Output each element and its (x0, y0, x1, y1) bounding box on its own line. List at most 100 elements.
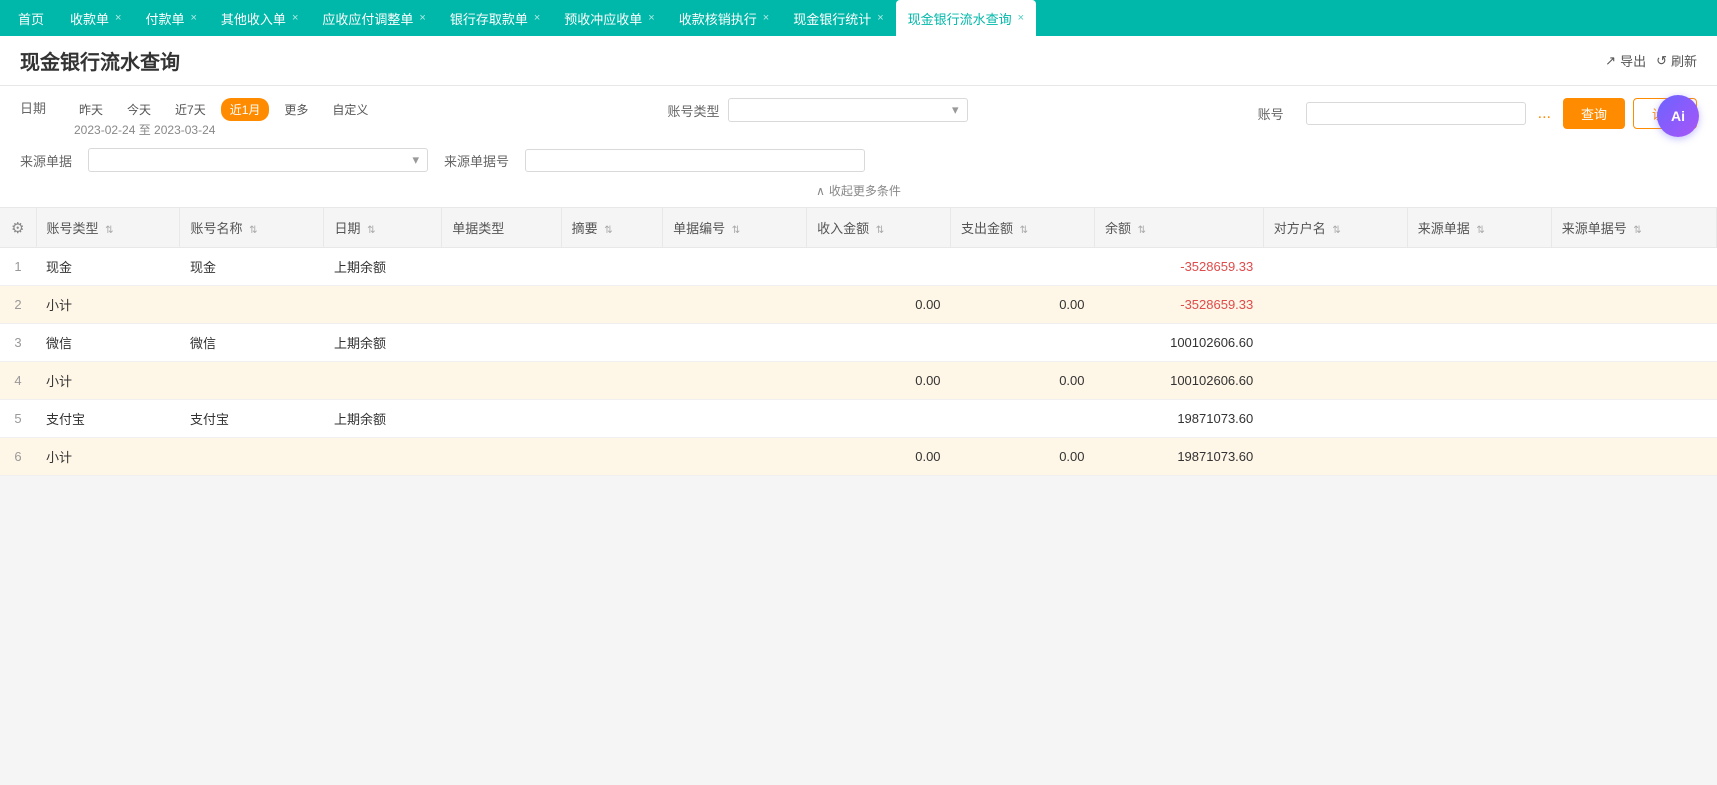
date-btn-today[interactable]: 今天 (118, 98, 160, 121)
cell-doc-type (442, 400, 561, 438)
collapse-filter-button[interactable]: ∧ 收起更多条件 (20, 178, 1697, 207)
close-tab-6[interactable]: × (763, 12, 769, 24)
account-type-select[interactable]: ▾ (728, 98, 968, 122)
date-btn-1month[interactable]: 近1月 (221, 98, 270, 121)
date-btn-yesterday[interactable]: 昨天 (70, 98, 112, 121)
col-expense[interactable]: 支出金额 ⇅ (951, 208, 1095, 248)
cell-date (324, 438, 442, 476)
cell-doc-no (663, 248, 807, 286)
cell-counterpart (1263, 324, 1407, 362)
cell-date: 上期余额 (324, 248, 442, 286)
close-tab-7[interactable]: × (877, 12, 883, 24)
date-btn-7days[interactable]: 近7天 (166, 98, 215, 121)
nav-home[interactable]: 首页 (4, 0, 58, 36)
nav-tab-3[interactable]: 应收应付调整单 × (310, 0, 437, 36)
gear-icon[interactable]: ⚙ (11, 220, 24, 237)
cell-source-doc-no (1551, 324, 1716, 362)
col-summary[interactable]: 摘要 ⇅ (561, 208, 662, 248)
nav-tab-6[interactable]: 收款核销执行 × (667, 0, 781, 36)
cell-account-name (180, 286, 324, 324)
close-tab-8[interactable]: × (1018, 12, 1024, 24)
cell-idx: 1 (0, 248, 36, 286)
top-navigation: 首页 收款单 × 付款单 × 其他收入单 × 应收应付调整单 × 银行存取款单 … (0, 0, 1717, 36)
cell-expense: 0.00 (951, 286, 1095, 324)
cell-source-doc-no (1551, 248, 1716, 286)
cell-summary (561, 400, 662, 438)
cell-date (324, 286, 442, 324)
table-header-row: ⚙ 账号类型 ⇅ 账号名称 ⇅ 日期 ⇅ 单据类型 摘要 ⇅ 单据编号 ⇅ 收入… (0, 208, 1717, 248)
col-account-type[interactable]: 账号类型 ⇅ (36, 208, 180, 248)
col-income[interactable]: 收入金额 ⇅ (807, 208, 951, 248)
col-counterpart[interactable]: 对方户名 ⇅ (1263, 208, 1407, 248)
source-doc-select[interactable]: ▾ (88, 148, 428, 172)
cell-balance: 19871073.60 (1095, 438, 1264, 476)
cell-balance: -3528659.33 (1095, 286, 1264, 324)
col-doc-type[interactable]: 单据类型 (442, 208, 561, 248)
cell-idx: 4 (0, 362, 36, 400)
sort-icon-counterpart: ⇅ (1332, 225, 1340, 236)
header-actions: ↗ 导出 ↺ 刷新 (1605, 51, 1697, 70)
cell-doc-type (442, 324, 561, 362)
column-settings[interactable]: ⚙ (0, 208, 36, 248)
col-source-doc-no[interactable]: 来源单据号 ⇅ (1551, 208, 1716, 248)
cell-expense: 0.00 (951, 438, 1095, 476)
cell-counterpart (1263, 248, 1407, 286)
nav-tab-1[interactable]: 付款单 × (133, 0, 208, 36)
cell-source-doc (1407, 362, 1551, 400)
page-title: 现金银行流水查询 (20, 46, 180, 75)
account-input[interactable] (1306, 102, 1526, 125)
date-btn-more[interactable]: 更多 (275, 98, 317, 121)
export-button[interactable]: ↗ 导出 (1605, 51, 1646, 70)
date-options: 昨天 今天 近7天 近1月 更多 自定义 (70, 98, 377, 121)
col-doc-no[interactable]: 单据编号 ⇅ (663, 208, 807, 248)
cell-doc-no (663, 400, 807, 438)
cell-summary (561, 324, 662, 362)
refresh-icon: ↺ (1656, 53, 1667, 69)
refresh-button[interactable]: ↺ 刷新 (1656, 51, 1697, 70)
account-type-arrow-icon: ▾ (952, 102, 959, 118)
ai-assistant-button[interactable]: Ai (1657, 95, 1699, 137)
col-account-name[interactable]: 账号名称 ⇅ (180, 208, 324, 248)
nav-tab-2[interactable]: 其他收入单 × (209, 0, 310, 36)
cell-income: 0.00 (807, 362, 951, 400)
table-row: 5 支付宝 支付宝 上期余额 19871073.60 (0, 400, 1717, 438)
cell-idx: 6 (0, 438, 36, 476)
date-btn-custom[interactable]: 自定义 (323, 98, 377, 121)
nav-tab-8[interactable]: 现金银行流水查询 × (896, 0, 1036, 36)
cell-balance: 100102606.60 (1095, 324, 1264, 362)
nav-tab-7[interactable]: 现金银行统计 × (781, 0, 895, 36)
cell-summary (561, 362, 662, 400)
col-date[interactable]: 日期 ⇅ (324, 208, 442, 248)
close-tab-2[interactable]: × (292, 12, 298, 24)
col-balance[interactable]: 余额 ⇅ (1095, 208, 1264, 248)
account-ellipsis-button[interactable]: ... (1534, 105, 1555, 123)
nav-tab-4[interactable]: 银行存取款单 × (438, 0, 552, 36)
sort-icon-summary: ⇅ (604, 225, 612, 236)
cell-income (807, 400, 951, 438)
table-row: 6 小计 0.00 0.00 19871073.60 (0, 438, 1717, 476)
table-row: 1 现金 现金 上期余额 -3528659.33 (0, 248, 1717, 286)
close-tab-5[interactable]: × (648, 12, 654, 24)
cell-income (807, 324, 951, 362)
date-range: 2023-02-24 至 2023-03-24 (74, 121, 377, 138)
source-doc-no-input[interactable] (525, 149, 865, 172)
nav-tab-0[interactable]: 收款单 × (58, 0, 133, 36)
cell-doc-no (663, 362, 807, 400)
cell-idx: 5 (0, 400, 36, 438)
sort-icon-doc-no: ⇅ (732, 225, 740, 236)
close-tab-4[interactable]: × (534, 12, 540, 24)
cell-income (807, 248, 951, 286)
col-source-doc[interactable]: 来源单据 ⇅ (1407, 208, 1551, 248)
close-tab-0[interactable]: × (115, 12, 121, 24)
close-tab-3[interactable]: × (419, 12, 425, 24)
cell-source-doc-no (1551, 286, 1716, 324)
header-bar: 现金银行流水查询 ↗ 导出 ↺ 刷新 (0, 36, 1717, 86)
cell-account-type: 小计 (36, 438, 180, 476)
cell-date: 上期余额 (324, 400, 442, 438)
query-button[interactable]: 查询 (1563, 98, 1625, 129)
nav-tab-5[interactable]: 预收冲应收单 × (552, 0, 666, 36)
cell-account-name (180, 438, 324, 476)
close-tab-1[interactable]: × (190, 12, 196, 24)
cell-counterpart (1263, 286, 1407, 324)
table-row: 4 小计 0.00 0.00 100102606.60 (0, 362, 1717, 400)
